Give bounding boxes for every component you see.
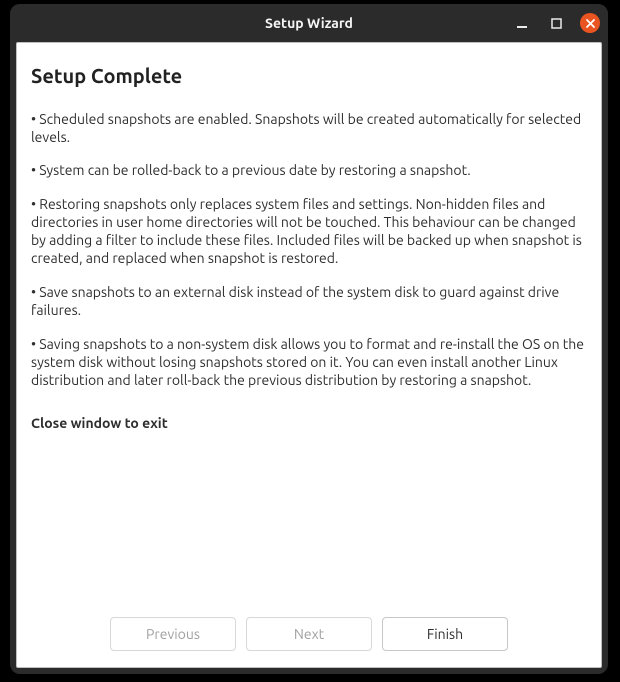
previous-button: Previous [110,617,236,651]
content-area: Setup Complete • Scheduled snapshots are… [17,43,601,607]
minimize-icon [516,17,528,29]
close-button[interactable] [580,13,600,33]
info-paragraph: • Restoring snapshots only replaces syst… [31,196,587,268]
maximize-icon [551,18,562,29]
info-paragraph: • Save snapshots to an external disk ins… [31,284,587,320]
setup-wizard-window: Setup Wizard Setup Complete [10,4,608,674]
titlebar: Setup Wizard [10,4,608,42]
page-heading: Setup Complete [31,63,587,89]
footer-buttons: Previous Next Finish [17,607,601,667]
info-paragraph: • System can be rolled-back to a previou… [31,162,587,180]
info-paragraph: • Scheduled snapshots are enabled. Snaps… [31,111,587,147]
minimize-button[interactable] [512,13,532,33]
close-icon [585,18,596,29]
window-controls [512,4,600,42]
maximize-button[interactable] [546,13,566,33]
exit-hint: Close window to exit [31,415,587,433]
finish-button[interactable]: Finish [382,617,508,651]
next-button: Next [246,617,372,651]
info-paragraph: • Saving snapshots to a non-system disk … [31,336,587,390]
client-area: Setup Complete • Scheduled snapshots are… [16,42,602,668]
window-title: Setup Wizard [265,15,353,31]
